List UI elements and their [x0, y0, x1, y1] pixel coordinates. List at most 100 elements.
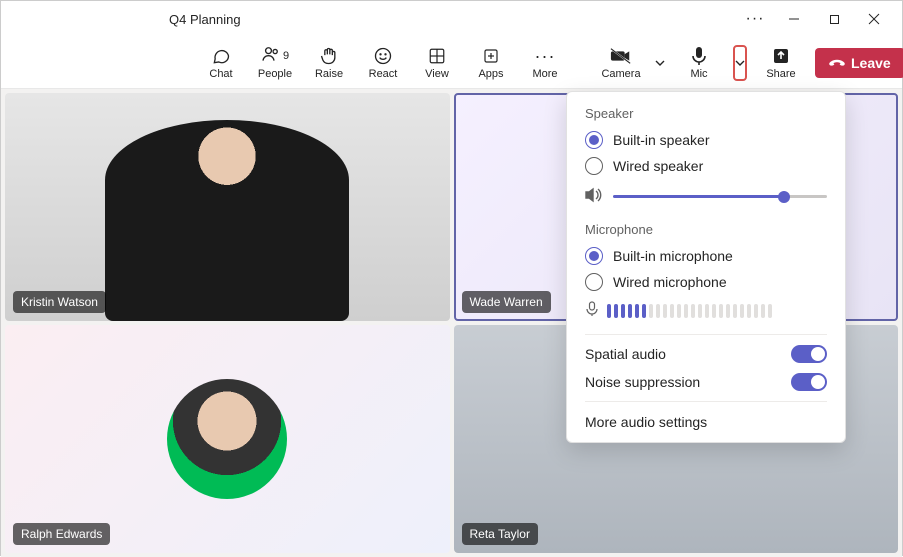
titlebar: Q4 Planning ···: [1, 1, 902, 37]
camera-button[interactable]: Camera: [601, 45, 641, 80]
participant-name: Ralph Edwards: [13, 523, 110, 545]
mic-level-bar: [656, 304, 660, 318]
react-label: React: [369, 68, 398, 80]
volume-track[interactable]: [613, 195, 827, 198]
speaker-option-label: Wired speaker: [613, 158, 703, 174]
mic-level-bar: [677, 304, 681, 318]
mic-level-bar: [628, 304, 632, 318]
radio-checked-icon: [585, 131, 603, 149]
participant-name: Wade Warren: [462, 291, 551, 313]
raise-hand-label: Raise: [315, 68, 343, 80]
mic-label: Mic: [690, 68, 707, 80]
window-more-icon[interactable]: ···: [740, 10, 770, 28]
speaker-option-builtin[interactable]: Built-in speaker: [585, 131, 827, 149]
apps-button[interactable]: Apps: [471, 45, 511, 80]
close-button[interactable]: [854, 5, 894, 33]
audio-settings-popover: Speaker Built-in speaker Wired speaker M…: [566, 91, 846, 443]
noise-suppression-toggle[interactable]: [791, 373, 827, 391]
volume-thumb[interactable]: [778, 191, 790, 203]
mic-section-label: Microphone: [585, 222, 827, 237]
mic-chevron[interactable]: [733, 45, 747, 81]
mic-level-bar: [621, 304, 625, 318]
mic-level-bar: [663, 304, 667, 318]
noise-suppression-toggle-row: Noise suppression: [585, 373, 827, 391]
mic-level-bar: [719, 304, 723, 318]
view-label: View: [425, 68, 449, 80]
speaker-volume-icon: [585, 187, 603, 206]
more-audio-settings-link[interactable]: More audio settings: [585, 410, 827, 430]
mic-level-bar: [698, 304, 702, 318]
mic-button[interactable]: Mic: [679, 45, 719, 80]
spatial-audio-label: Spatial audio: [585, 346, 666, 362]
mic-level-bar: [684, 304, 688, 318]
mic-level-bar: [642, 304, 646, 318]
window-title: Q4 Planning: [169, 12, 241, 27]
raise-hand-button[interactable]: Raise: [309, 45, 349, 80]
minimize-button[interactable]: [774, 5, 814, 33]
mic-icon: [690, 45, 708, 67]
view-icon: [428, 45, 446, 67]
participant-tile[interactable]: Kristin Watson: [5, 93, 450, 321]
mic-level-bar: [670, 304, 674, 318]
camera-off-icon: [610, 45, 632, 67]
camera-chevron[interactable]: [655, 58, 665, 68]
people-label: People: [258, 68, 292, 80]
people-count: 9: [283, 50, 289, 62]
leave-label: Leave: [851, 55, 891, 71]
radio-unchecked-icon: [585, 273, 603, 291]
chat-button[interactable]: Chat: [201, 45, 241, 80]
avatar: [167, 379, 287, 499]
maximize-button[interactable]: [814, 5, 854, 33]
participant-name: Kristin Watson: [13, 291, 106, 313]
people-icon: [261, 44, 281, 69]
react-icon: [373, 45, 393, 67]
leave-phone-icon: [829, 55, 845, 71]
divider: [585, 401, 827, 402]
react-button[interactable]: React: [363, 45, 403, 80]
apps-label: Apps: [478, 68, 503, 80]
mic-option-label: Wired microphone: [613, 274, 727, 290]
share-button[interactable]: Share: [761, 45, 801, 80]
mic-level-bar: [635, 304, 639, 318]
mic-level-bar: [691, 304, 695, 318]
raise-hand-icon: [319, 45, 339, 67]
view-button[interactable]: View: [417, 45, 457, 80]
speaker-option-label: Built-in speaker: [613, 132, 710, 148]
radio-checked-icon: [585, 247, 603, 265]
spatial-audio-toggle-row: Spatial audio: [585, 345, 827, 363]
spatial-audio-toggle[interactable]: [791, 345, 827, 363]
more-label: More: [532, 68, 557, 80]
mic-level-bar: [705, 304, 709, 318]
speaker-volume-slider[interactable]: [585, 187, 827, 206]
speaker-option-wired[interactable]: Wired speaker: [585, 157, 827, 175]
mic-level-bar: [768, 304, 772, 318]
mic-level-bar: [754, 304, 758, 318]
mic-level-bar: [726, 304, 730, 318]
more-icon: ···: [535, 45, 556, 67]
mic-level-bar: [712, 304, 716, 318]
participant-name: Reta Taylor: [462, 523, 538, 545]
mic-level-bar: [761, 304, 765, 318]
mic-level-bar: [740, 304, 744, 318]
chat-icon: [211, 45, 231, 67]
video-placeholder: [105, 120, 349, 321]
leave-button[interactable]: Leave: [815, 48, 903, 78]
chat-label: Chat: [209, 68, 232, 80]
speaker-section-label: Speaker: [585, 106, 827, 121]
meeting-toolbar: Chat 9 People Raise React View Apps: [1, 37, 902, 89]
mic-option-builtin[interactable]: Built-in microphone: [585, 247, 827, 265]
mic-option-wired[interactable]: Wired microphone: [585, 273, 827, 291]
mic-level-bar: [733, 304, 737, 318]
mic-level-meter: [585, 301, 827, 320]
camera-label: Camera: [601, 68, 640, 80]
more-button[interactable]: ··· More: [525, 45, 565, 80]
apps-icon: [482, 45, 500, 67]
people-button[interactable]: 9 People: [255, 45, 295, 80]
share-icon: [772, 45, 790, 67]
mic-small-icon: [585, 301, 599, 320]
mic-level-bar: [649, 304, 653, 318]
participant-tile[interactable]: Ralph Edwards: [5, 325, 450, 553]
divider: [585, 334, 827, 335]
radio-unchecked-icon: [585, 157, 603, 175]
share-label: Share: [766, 68, 795, 80]
